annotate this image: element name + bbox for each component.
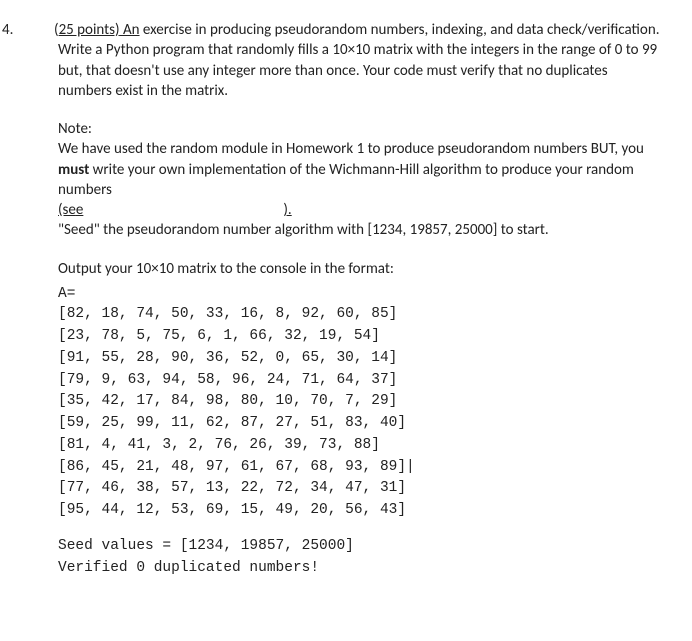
matrix-row: [35, 42, 17, 84, 98, 80, 10, 70, 7, 29] xyxy=(58,391,662,413)
seed-output: Seed values = [1234, 19857, 25000] xyxy=(58,536,662,558)
note-body: We have used the random module in Homewo… xyxy=(58,139,662,200)
output-label: Output your 10×10 matrix to the console … xyxy=(58,259,662,279)
note-line1a: We have used the random module in Homewo… xyxy=(58,140,644,158)
matrix-row: [79, 9, 63, 94, 58, 96, 24, 71, 64, 37] xyxy=(58,370,662,392)
matrix-row: [82, 18, 74, 50, 33, 16, 8, 92, 60, 85] xyxy=(58,304,662,326)
see-under: e xyxy=(76,201,83,219)
see-end: ). xyxy=(283,201,291,219)
seed-vals: [1234, 19857, 25000] xyxy=(367,221,497,239)
seed-a: "Seed" the pseudorandom number algorithm… xyxy=(58,221,367,239)
intro-text: exercise in producing pseudorandom numbe… xyxy=(58,21,660,100)
seed-b: to start. xyxy=(497,221,548,239)
matrix-row: [95, 44, 12, 53, 69, 15, 49, 20, 56, 43] xyxy=(58,500,662,522)
note-see-line: (see). xyxy=(58,200,662,220)
matrix-row: [91, 55, 28, 90, 36, 52, 0, 65, 30, 14] xyxy=(58,348,662,370)
matrix-row: [81, 4, 41, 3, 2, 76, 26, 39, 73, 88] xyxy=(58,435,662,457)
matrix-row: [77, 46, 38, 57, 13, 22, 72, 34, 47, 31] xyxy=(58,478,662,500)
question-number: 4. xyxy=(30,20,54,40)
note-line1b: write your own implementation of the Wic… xyxy=(58,161,634,199)
note-section: Note: We have used the random module in … xyxy=(58,119,662,241)
matrix-row: [86, 45, 21, 48, 97, 61, 67, 68, 93, 89]… xyxy=(58,457,662,479)
verify-output: Verified 0 duplicated numbers! xyxy=(58,558,662,580)
seed-instruction: "Seed" the pseudorandom number algorithm… xyxy=(58,220,662,240)
points-text: 25 points) xyxy=(59,21,120,39)
note-heading: Note: xyxy=(58,119,662,139)
note-must: must xyxy=(58,161,89,179)
matrix-row: [23, 78, 5, 75, 6, 1, 66, 32, 19, 54] xyxy=(58,326,662,348)
question-block: 4.(25 points) An exercise in producing p… xyxy=(30,20,662,101)
see-prefix: (se xyxy=(58,201,76,219)
matrix-row: [59, 25, 99, 11, 62, 87, 27, 51, 83, 40] xyxy=(58,413,662,435)
matrix-header: A= xyxy=(58,285,662,305)
intro-underlined: An xyxy=(120,21,140,39)
